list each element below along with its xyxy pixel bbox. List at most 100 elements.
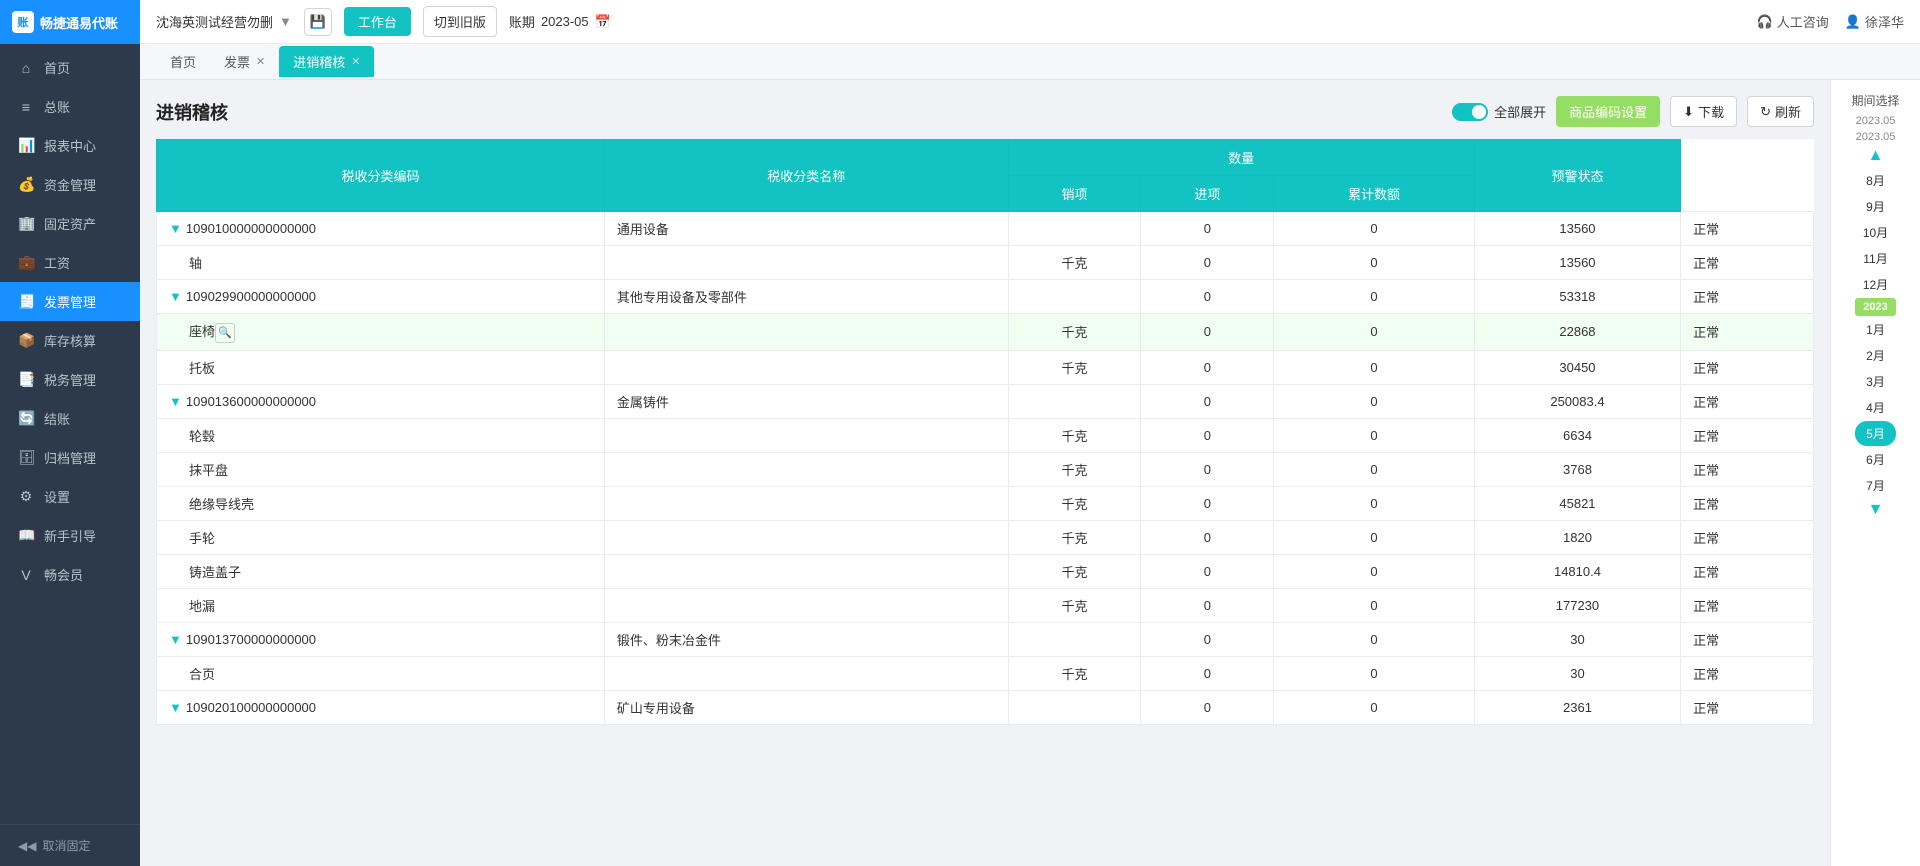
table-row-unit: 千克 — [1008, 246, 1141, 280]
sidebar-item-salary[interactable]: 💼 工资 — [0, 243, 140, 282]
period-item[interactable]: 7月 — [1855, 473, 1896, 498]
table-row-total: 22868 — [1474, 314, 1680, 351]
sidebar-item-label: 报表中心 — [44, 136, 96, 155]
period-item[interactable]: 6月 — [1855, 447, 1896, 472]
sidebar-item-settings[interactable]: ⚙ 设置 — [0, 477, 140, 516]
expand-icon[interactable]: ▼ — [169, 632, 182, 647]
app-logo: 账 畅捷通易代账 — [0, 0, 140, 44]
help-button[interactable]: 🎧 人工咨询 — [1757, 12, 1829, 31]
workspace-button[interactable]: 工作台 — [344, 7, 411, 36]
calendar-icon[interactable]: 📅 — [595, 14, 611, 30]
switch-version-button[interactable]: 切到旧版 — [423, 6, 497, 37]
table-row-status: 正常 — [1681, 418, 1814, 452]
sidebar-item-label: 资金管理 — [44, 175, 96, 194]
table-row-name — [604, 314, 1008, 351]
period-date-1[interactable]: 2023.05 — [1852, 113, 1900, 129]
tab-reconcile-close-icon[interactable]: ✕ — [351, 55, 360, 68]
expand-icon[interactable]: ▼ — [169, 289, 182, 304]
sidebar-item-report[interactable]: 📊 报表中心 — [0, 126, 140, 165]
archive-icon: 🗄 — [18, 449, 34, 466]
expand-icon[interactable]: ▼ — [169, 221, 182, 236]
refresh-button[interactable]: ↻ 刷新 — [1747, 96, 1814, 127]
table-row-total: 3768 — [1474, 452, 1680, 486]
sidebar-item-label: 设置 — [44, 487, 70, 506]
period-nav-down[interactable]: ▼ — [1866, 499, 1886, 521]
sidebar-item-fund[interactable]: 💰 资金管理 — [0, 165, 140, 204]
sidebar-item-ledger[interactable]: ≡ 总账 — [0, 87, 140, 126]
expand-icon[interactable]: ▼ — [169, 700, 182, 715]
period-item[interactable]: 1月 — [1855, 317, 1896, 342]
save-icon-btn[interactable]: 💾 — [304, 8, 332, 36]
table-row-total: 13560 — [1474, 246, 1680, 280]
panel-header: 期间选择 — [1845, 88, 1905, 113]
sidebar-footer[interactable]: ◀◀ 取消固定 — [0, 824, 140, 866]
table-row-sales: 0 — [1141, 588, 1274, 622]
setting-button[interactable]: 商品编码设置 — [1556, 96, 1660, 127]
period-item[interactable]: 8月 — [1855, 168, 1896, 193]
expand-toggle[interactable]: 全部展开 — [1452, 102, 1546, 121]
table-row-name — [604, 554, 1008, 588]
download-button[interactable]: ⬇ 下载 — [1670, 96, 1737, 127]
sidebar-item-asset[interactable]: 🏢 固定资产 — [0, 204, 140, 243]
sidebar-item-member[interactable]: V 畅会员 — [0, 555, 140, 594]
sidebar-item-archive[interactable]: 🗄 归档管理 — [0, 438, 140, 477]
content-wrapper: 进销稽核 全部展开 商品编码设置 ⬇ 下载 ↻ 刷新 — [140, 80, 1830, 866]
expand-icon[interactable]: ▼ — [169, 394, 182, 409]
sidebar-item-home[interactable]: ⌂ 首页 — [0, 48, 140, 87]
page-actions: 全部展开 商品编码设置 ⬇ 下载 ↻ 刷新 — [1452, 96, 1814, 127]
user-icon: 👤 — [1845, 14, 1861, 30]
table-row-name — [604, 520, 1008, 554]
period-item[interactable]: 11月 — [1855, 246, 1896, 271]
period-item[interactable]: 10月 — [1855, 220, 1896, 245]
table-row-code: 托板 — [157, 350, 605, 384]
company-selector[interactable]: 沈海英测试经营勿删 ▼ — [156, 12, 292, 31]
sidebar-item-label: 新手引导 — [44, 526, 96, 545]
table-row-status: 正常 — [1681, 212, 1814, 246]
period-item[interactable]: 12月 — [1855, 272, 1896, 297]
period-item[interactable]: 3月 — [1855, 369, 1896, 394]
period-item[interactable]: 4月 — [1855, 395, 1896, 420]
sidebar-footer-label: 取消固定 — [42, 837, 90, 854]
sidebar-item-tax[interactable]: 📑 税务管理 — [0, 360, 140, 399]
table-row-code: 地漏 — [157, 588, 605, 622]
table-row-sales: 0 — [1141, 520, 1274, 554]
tab-invoice[interactable]: 发票 ✕ — [210, 46, 279, 77]
period-nav-up[interactable]: ▲ — [1866, 145, 1886, 167]
table-row-code: ▼109013600000000000 — [157, 384, 605, 418]
settings-icon: ⚙ — [18, 488, 34, 505]
period-date-2[interactable]: 2023.05 — [1852, 129, 1900, 145]
period-item[interactable]: 2月 — [1855, 343, 1896, 368]
period-item[interactable]: 5月 — [1855, 421, 1896, 446]
tab-home[interactable]: 首页 — [156, 46, 210, 77]
tab-invoice-close-icon[interactable]: ✕ — [256, 55, 265, 68]
toggle-switch[interactable] — [1452, 103, 1488, 121]
search-icon[interactable]: 🔍 — [215, 323, 235, 343]
table-row-sales: 0 — [1141, 246, 1274, 280]
table-row-status: 正常 — [1681, 246, 1814, 280]
table-row-code: 轴 — [157, 246, 605, 280]
table-row-purchase: 0 — [1274, 384, 1475, 418]
tab-reconcile[interactable]: 进销稽核 ✕ — [279, 46, 374, 77]
tax-icon: 📑 — [18, 371, 34, 388]
sidebar-item-settlement[interactable]: 🔄 结账 — [0, 399, 140, 438]
table-row-unit — [1008, 212, 1141, 246]
sidebar-item-invoice[interactable]: 🧾 发票管理 — [0, 282, 140, 321]
table-row-sales: 0 — [1141, 280, 1274, 314]
sidebar-item-inventory[interactable]: 📦 库存核算 — [0, 321, 140, 360]
save-icon: 💾 — [310, 14, 326, 30]
table-row-name — [604, 588, 1008, 622]
period-item[interactable]: 9月 — [1855, 194, 1896, 219]
refresh-icon: ↻ — [1760, 104, 1771, 120]
period-value: 2023-05 — [541, 14, 589, 29]
member-icon: V — [18, 567, 34, 583]
table-row-code: 铸造盖子 — [157, 554, 605, 588]
content-area: 进销稽核 全部展开 商品编码设置 ⬇ 下载 ↻ 刷新 — [140, 80, 1920, 866]
table-row-status: 正常 — [1681, 486, 1814, 520]
page-header: 进销稽核 全部展开 商品编码设置 ⬇ 下载 ↻ 刷新 — [156, 96, 1814, 127]
sidebar-item-guide[interactable]: 📖 新手引导 — [0, 516, 140, 555]
period-item[interactable]: 2023 — [1855, 298, 1896, 316]
table-row-purchase: 0 — [1274, 622, 1475, 656]
th-purchase: 进项 — [1141, 176, 1274, 212]
user-button[interactable]: 👤 徐泽华 — [1845, 12, 1904, 31]
table-row-purchase: 0 — [1274, 452, 1475, 486]
